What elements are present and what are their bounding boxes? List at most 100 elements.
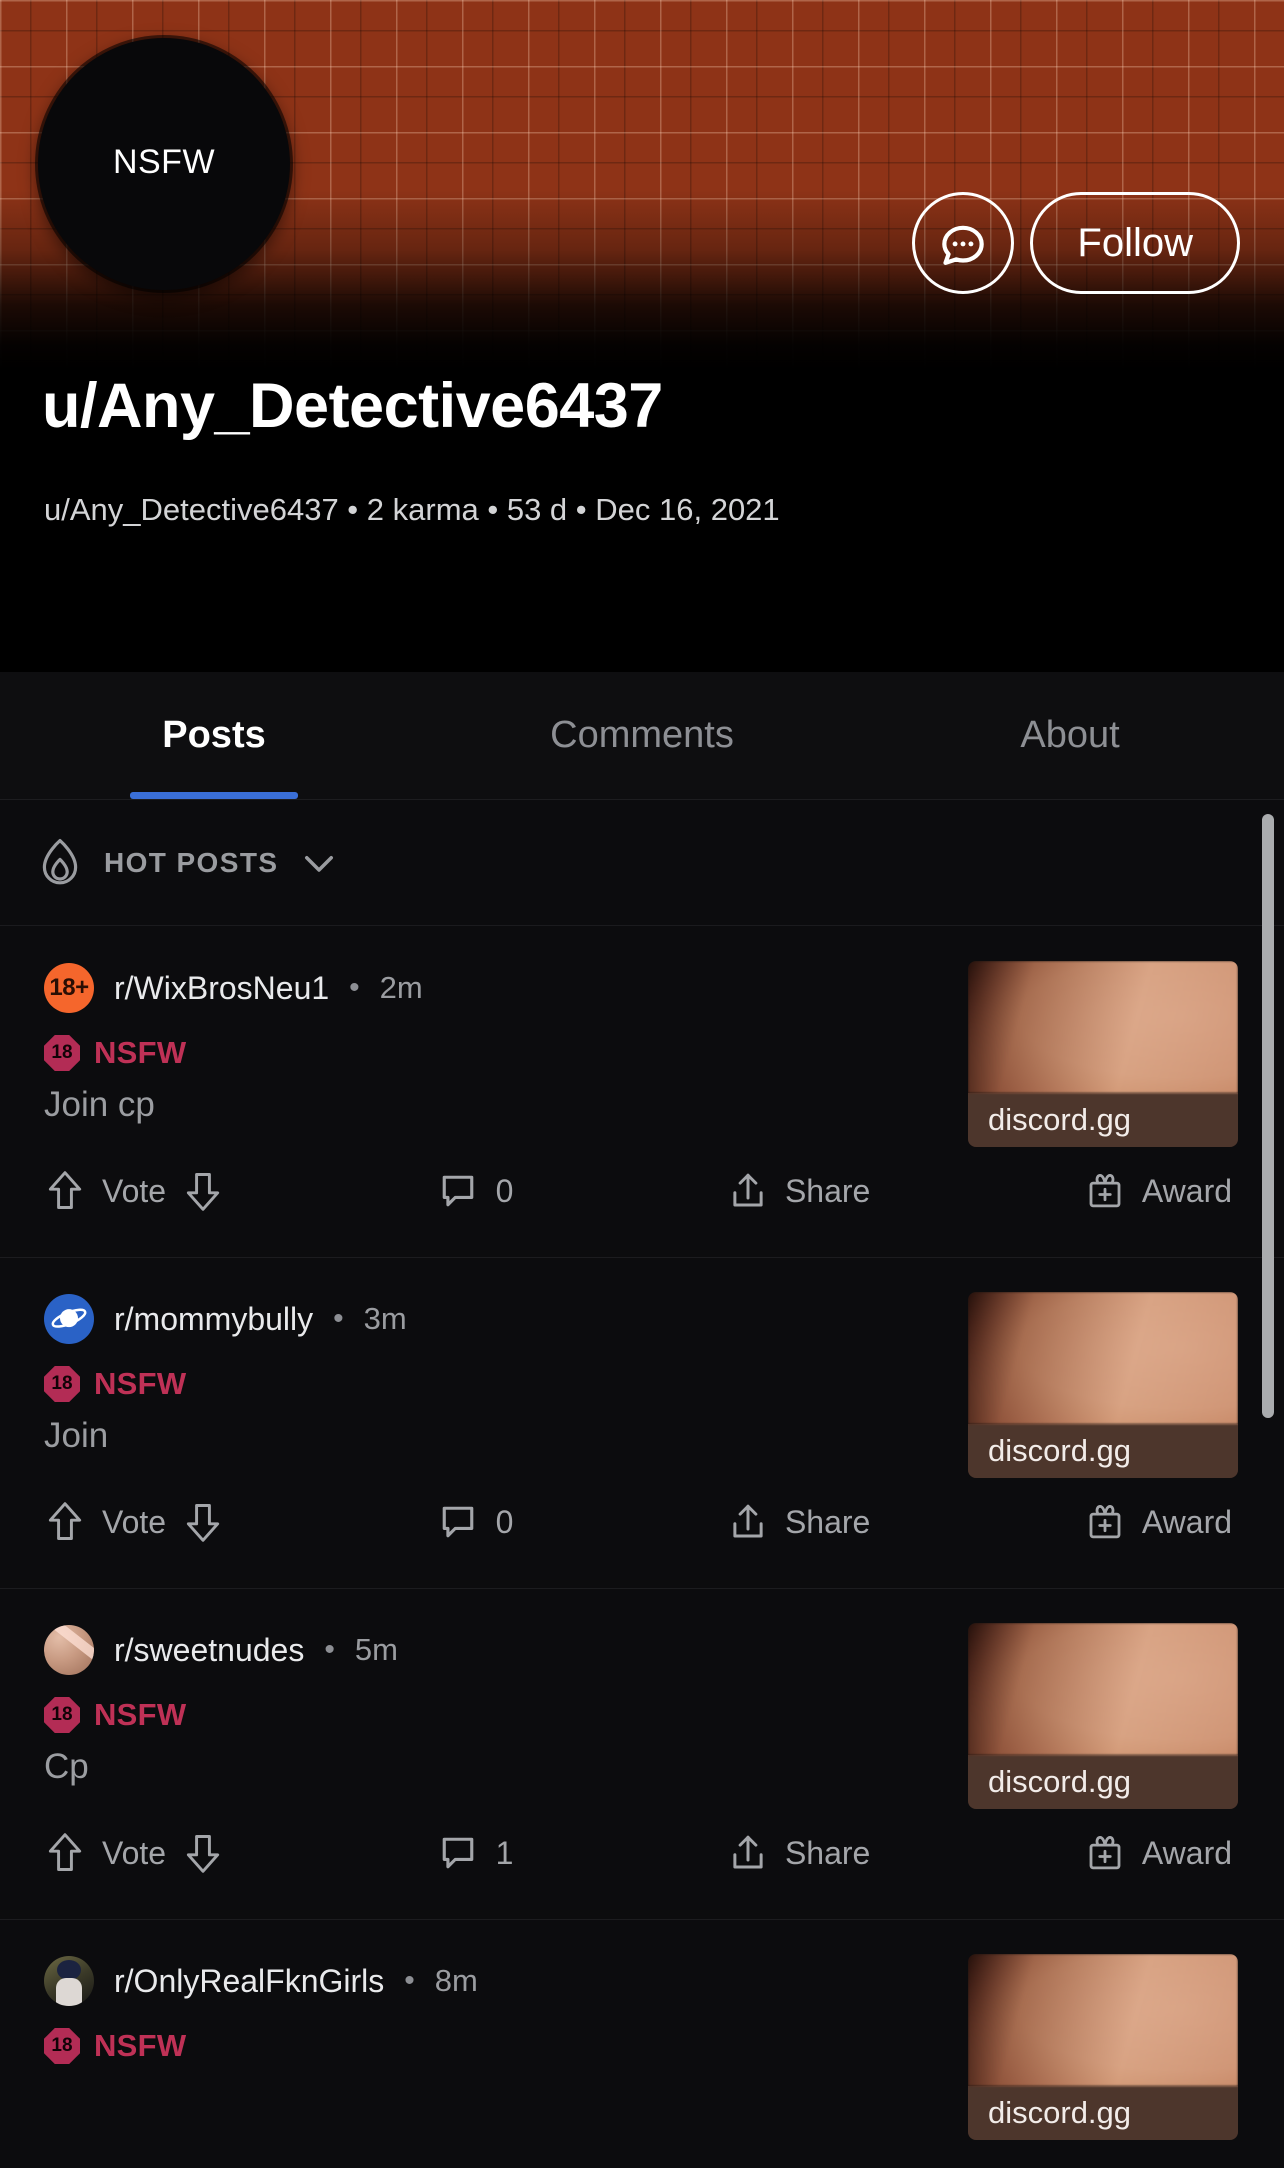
award-label: Award [1141, 1503, 1233, 1540]
post-item[interactable]: r/OnlyRealFknGirls • 8m 18 NSFW discord.… [0, 1920, 1284, 2140]
vote-label: Vote [102, 1503, 167, 1540]
upvote-arrow-icon[interactable] [46, 1169, 84, 1213]
award-button[interactable]: Award [1084, 1500, 1232, 1544]
profile-avatar[interactable]: NSFW [38, 38, 290, 290]
post-title[interactable]: Cp [44, 1747, 930, 1787]
subreddit-avatar-icon[interactable] [44, 1956, 94, 2006]
comment-count: 0 [495, 1172, 514, 1209]
post-item[interactable]: r/mommybully • 3m 18 NSFW Join discord.g… [0, 1258, 1284, 1589]
thumbnail-domain-bar: discord.gg [968, 1093, 1238, 1147]
thumbnail-image [968, 961, 1238, 1093]
subreddit-name[interactable]: r/mommybully [114, 1301, 313, 1338]
thumbnail-domain-bar: discord.gg [968, 1755, 1238, 1809]
subreddit-avatar-icon[interactable] [44, 1294, 94, 1344]
nsfw-badge-icon: 18 [44, 1697, 80, 1733]
comment-control[interactable]: 0 [436, 1500, 514, 1544]
thumbnail-domain: discord.gg [988, 2095, 1132, 2130]
comment-control[interactable]: 1 [436, 1831, 513, 1875]
sort-selector[interactable]: HOT POSTS [0, 800, 1284, 926]
posts-feed: 18+ r/WixBrosNeu1 • 2m 18 NSFW Join cp d… [0, 927, 1284, 2168]
comment-control[interactable]: 0 [436, 1169, 514, 1213]
nsfw-label: NSFW [94, 1697, 187, 1732]
downvote-arrow-icon[interactable] [184, 1831, 222, 1875]
share-button[interactable]: Share [727, 1500, 870, 1544]
share-button[interactable]: Share [727, 1169, 870, 1213]
separator-dot: • [324, 1633, 335, 1666]
chat-button[interactable] [912, 192, 1015, 294]
share-label: Share [784, 1834, 871, 1871]
subreddit-avatar-icon[interactable] [44, 1625, 94, 1675]
profile-tabs: Posts Comments About [0, 672, 1284, 800]
profile-header-actions: Follow [912, 192, 1240, 294]
award-gift-icon [1084, 1831, 1126, 1875]
share-label: Share [784, 1172, 871, 1209]
vote-control[interactable]: Vote [46, 1169, 222, 1213]
avatar-label: NSFW [112, 142, 216, 181]
separator-dot: • [333, 1302, 344, 1335]
post-thumbnail[interactable]: discord.gg [968, 1623, 1238, 1809]
downvote-arrow-icon[interactable] [184, 1500, 222, 1544]
upvote-arrow-icon[interactable] [46, 1831, 84, 1875]
tab-about[interactable]: About [856, 672, 1284, 799]
thumbnail-domain: discord.gg [988, 1764, 1132, 1799]
post-title[interactable]: Join cp [44, 1085, 930, 1125]
thumbnail-domain-bar: discord.gg [968, 2086, 1238, 2140]
post-header: r/mommybully • 3m [44, 1294, 930, 1344]
post-item[interactable]: r/sweetnudes • 5m 18 NSFW Cp discord.gg [0, 1589, 1284, 1920]
nsfw-badge-icon: 18 [44, 1366, 80, 1402]
nsfw-tag: 18 NSFW [44, 2028, 930, 2064]
flame-icon [36, 837, 84, 889]
post-age: 3m [363, 1301, 407, 1336]
thumbnail-domain-bar: discord.gg [968, 1424, 1238, 1478]
share-icon [727, 1831, 769, 1875]
thumbnail-domain: discord.gg [988, 1102, 1132, 1137]
post-header: 18+ r/WixBrosNeu1 • 2m [44, 963, 930, 1013]
post-age: 8m [434, 1963, 478, 1998]
nsfw-tag: 18 NSFW [44, 1035, 930, 1071]
post-item[interactable]: 18+ r/WixBrosNeu1 • 2m 18 NSFW Join cp d… [0, 927, 1284, 1258]
profile-screen: NSFW Follow u/Any_Detective6437 u/Any_De… [0, 0, 1284, 2168]
post-age: 5m [354, 1632, 398, 1667]
follow-button[interactable]: Follow [1030, 192, 1240, 294]
share-icon [727, 1500, 769, 1544]
award-button[interactable]: Award [1084, 1169, 1232, 1213]
nsfw-label: NSFW [94, 1366, 187, 1401]
page-title: u/Any_Detective6437 [42, 371, 663, 441]
award-label: Award [1141, 1172, 1233, 1209]
chevron-down-icon [298, 842, 340, 884]
vote-label: Vote [102, 1172, 167, 1209]
post-header: r/sweetnudes • 5m [44, 1625, 930, 1675]
vote-control[interactable]: Vote [46, 1500, 222, 1544]
separator-dot: • [349, 971, 360, 1004]
subreddit-name[interactable]: r/sweetnudes [114, 1632, 304, 1669]
post-content: r/OnlyRealFknGirls • 8m 18 NSFW [0, 1956, 930, 2064]
scrollbar-thumb[interactable] [1262, 814, 1274, 1418]
vote-label: Vote [102, 1834, 167, 1871]
post-content: r/sweetnudes • 5m 18 NSFW Cp [0, 1625, 930, 1787]
post-thumbnail[interactable]: discord.gg [968, 961, 1238, 1147]
share-button[interactable]: Share [727, 1831, 870, 1875]
subreddit-avatar-icon[interactable]: 18+ [44, 963, 94, 1013]
award-gift-icon [1084, 1500, 1126, 1544]
tab-posts[interactable]: Posts [0, 672, 428, 799]
thumbnail-domain: discord.gg [988, 1433, 1132, 1468]
nsfw-badge-icon: 18 [44, 1035, 80, 1071]
comment-count: 0 [495, 1503, 514, 1540]
award-button[interactable]: Award [1084, 1831, 1232, 1875]
post-title[interactable]: Join [44, 1416, 930, 1456]
upvote-arrow-icon[interactable] [46, 1500, 84, 1544]
award-label: Award [1141, 1834, 1233, 1871]
nsfw-tag: 18 NSFW [44, 1366, 930, 1402]
tab-comments[interactable]: Comments [428, 672, 856, 799]
nsfw-label: NSFW [94, 2028, 187, 2063]
nsfw-badge-icon: 18 [44, 2028, 80, 2064]
post-thumbnail[interactable]: discord.gg [968, 1954, 1238, 2140]
post-thumbnail[interactable]: discord.gg [968, 1292, 1238, 1478]
chat-bubble-dots-icon [935, 215, 991, 271]
subreddit-name[interactable]: r/OnlyRealFknGirls [114, 1963, 384, 2000]
award-gift-icon [1084, 1169, 1126, 1213]
vote-control[interactable]: Vote [46, 1831, 222, 1875]
downvote-arrow-icon[interactable] [184, 1169, 222, 1213]
post-content: 18+ r/WixBrosNeu1 • 2m 18 NSFW Join cp [0, 963, 930, 1125]
subreddit-name[interactable]: r/WixBrosNeu1 [114, 970, 329, 1007]
